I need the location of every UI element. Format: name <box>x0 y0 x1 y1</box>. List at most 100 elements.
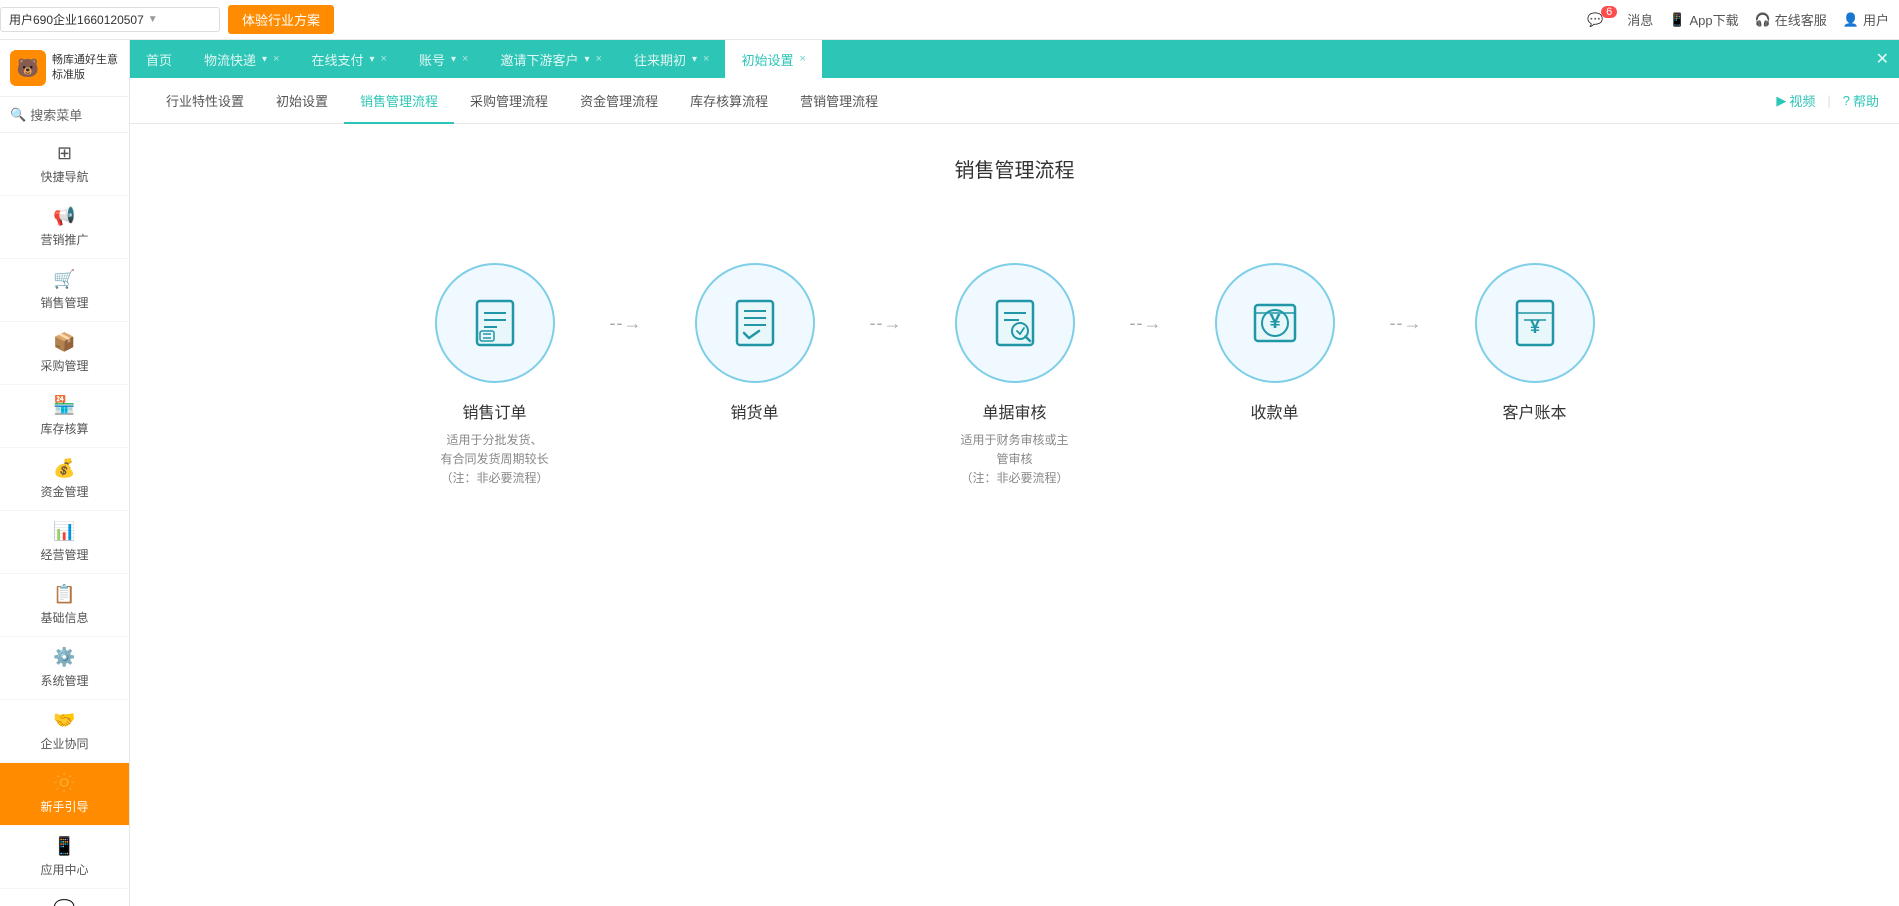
trial-button[interactable]: 体验行业方案 <box>228 5 334 34</box>
flow-circle-doc-review[interactable] <box>955 263 1075 383</box>
arrow-icon: - - → <box>870 313 900 334</box>
chart-icon: 📊 <box>53 521 75 542</box>
nav-tab-period-initial[interactable]: 往来期初 ▾ × <box>618 40 725 78</box>
cart-icon: 🛒 <box>53 269 75 290</box>
nav-tab-payment[interactable]: 在线支付 ▾ × <box>296 40 403 78</box>
sidebar-item-new-guide[interactable]: 🔆 新手引导 <box>0 763 129 826</box>
ledger-icon: ¥ <box>1507 295 1563 351</box>
headset-icon: 🎧 <box>1755 12 1771 28</box>
chevron-down-icon: ▾ <box>692 54 697 65</box>
flow-step-customer-ledger: ¥ 客户账本 <box>1435 263 1635 431</box>
sub-tab-purchase-flow[interactable]: 采购管理流程 <box>454 78 564 124</box>
sidebar-item-sales-mgmt[interactable]: 🛒 销售管理 <box>0 259 129 322</box>
user-selector[interactable]: 用户690企业1660120507 ▼ <box>0 7 220 32</box>
message-badge: 6 <box>1601 6 1617 18</box>
nav-tab-account[interactable]: 账号 ▾ × <box>403 40 484 78</box>
invoice-icon <box>727 295 783 351</box>
sidebar-item-quick-nav[interactable]: ⊞ 快捷导航 <box>0 133 129 196</box>
sidebar-item-ops-mgmt[interactable]: 📊 经营管理 <box>0 511 129 574</box>
nav-tab-home[interactable]: 首页 <box>130 40 188 78</box>
sidebar-item-enterprise-coop[interactable]: 🤝 企业协同 <box>0 700 129 763</box>
message-label: 消息 <box>1627 10 1653 29</box>
sub-tabs-bar: 行业特性设置 初始设置 销售管理流程 采购管理流程 资金管理流程 库存核算流程 <box>130 78 1899 124</box>
logo-icon: 🐻 <box>10 50 46 86</box>
user-selector-text: 用户690企业1660120507 <box>9 11 144 28</box>
flow-circle-sales-invoice[interactable] <box>695 263 815 383</box>
sidebar-item-inventory[interactable]: 🏪 库存核算 <box>0 385 129 448</box>
search-icon: 🔍 <box>10 107 26 123</box>
close-icon[interactable]: × <box>462 53 468 65</box>
chevron-down-icon: ▾ <box>451 54 456 65</box>
chevron-down-icon: ▾ <box>584 54 589 65</box>
flow-circle-receipt[interactable]: ¥ <box>1215 263 1335 383</box>
close-icon[interactable]: × <box>596 53 602 65</box>
app-download-item[interactable]: 📱 App下载 <box>1669 10 1738 29</box>
flow-content: 销售管理流程 <box>130 124 1899 906</box>
svg-text:¥: ¥ <box>1269 311 1281 333</box>
sidebar-item-enterprise-wechat[interactable]: 💬 企业微信 <box>0 889 129 906</box>
star-icon: 🔆 <box>53 773 75 794</box>
sidebar-item-marketing-promo[interactable]: 📢 营销推广 <box>0 196 129 259</box>
sidebar-item-basic-info[interactable]: 📋 基础信息 <box>0 574 129 637</box>
sub-tab-marketing-flow[interactable]: 营销管理流程 <box>784 78 894 124</box>
sub-tab-inventory-flow[interactable]: 库存核算流程 <box>674 78 784 124</box>
nav-tab-logistics[interactable]: 物流快递 ▾ × <box>188 40 295 78</box>
flow-title: 销售管理流程 <box>955 154 1075 183</box>
flow-arrow-4: - - → <box>1375 263 1435 334</box>
online-service-item[interactable]: 🎧 在线客服 <box>1755 10 1827 29</box>
step-name-receipt: 收款单 <box>1250 399 1298 423</box>
step-desc-sales-order: 适用于分批发货、有合同发货周期较长（注：非必要流程） <box>440 431 548 489</box>
message-item[interactable]: 💬 6 消息 <box>1587 10 1653 29</box>
sub-tab-initial-settings[interactable]: 初始设置 <box>260 78 344 124</box>
sub-tabs-right: ▶ 视频 | ? 帮助 <box>1776 91 1879 110</box>
flow-step-receipt: ¥ 收款单 <box>1175 263 1375 431</box>
help-item[interactable]: ? 帮助 <box>1843 91 1879 110</box>
close-all-tabs-icon[interactable]: ✕ <box>1876 49 1889 69</box>
arrow-icon: - - → <box>1390 313 1420 334</box>
flow-step-sales-order: 销售订单 适用于分批发货、有合同发货周期较长（注：非必要流程） <box>395 263 595 489</box>
divider: | <box>1827 93 1830 108</box>
sidebar-item-system-mgmt[interactable]: ⚙️ 系统管理 <box>0 637 129 700</box>
chat-icon: 💬 <box>53 899 75 906</box>
sidebar-search[interactable]: 🔍 搜索菜单 <box>0 97 129 133</box>
close-icon[interactable]: × <box>703 53 709 65</box>
step-name-sales-invoice: 销货单 <box>730 399 778 423</box>
header-left: 用户690企业1660120507 ▼ 体验行业方案 <box>0 5 334 34</box>
arrow-icon: - - → <box>610 313 640 334</box>
close-icon[interactable]: × <box>381 53 387 65</box>
flow-diagram: 销售订单 适用于分批发货、有合同发货周期较长（注：非必要流程） - - → <box>395 263 1635 489</box>
store-icon: 🏪 <box>53 395 75 416</box>
money-icon: 💰 <box>53 458 75 479</box>
flow-circle-sales-order[interactable] <box>435 263 555 383</box>
avatar: 👤 <box>1843 12 1859 28</box>
sidebar-item-purchase-mgmt[interactable]: 📦 采购管理 <box>0 322 129 385</box>
user-name-label: 用户 <box>1863 10 1889 29</box>
user-avatar-item[interactable]: 👤 用户 <box>1843 10 1889 29</box>
sub-tab-sales-flow[interactable]: 销售管理流程 <box>344 78 454 124</box>
nav-tab-initial-setup[interactable]: 初始设置 × <box>725 40 821 78</box>
sub-tab-finance-flow[interactable]: 资金管理流程 <box>564 78 674 124</box>
step-name-sales-order: 销售订单 <box>462 399 526 423</box>
review-icon <box>987 295 1043 351</box>
close-icon[interactable]: × <box>273 53 279 65</box>
megaphone-icon: 📢 <box>53 206 75 227</box>
app-download-label: App下载 <box>1689 10 1738 29</box>
main-content: 行业特性设置 初始设置 销售管理流程 采购管理流程 资金管理流程 库存核算流程 <box>130 78 1899 906</box>
flow-circle-customer-ledger[interactable]: ¥ <box>1475 263 1595 383</box>
sidebar-item-app-center[interactable]: 📱 应用中心 <box>0 826 129 889</box>
order-icon <box>467 295 523 351</box>
flow-step-doc-review: 单据审核 适用于财务审核或主管审核（注：非必要流程） <box>915 263 1115 489</box>
chevron-down-icon: ▾ <box>370 54 375 65</box>
close-icon[interactable]: × <box>799 53 805 65</box>
gear-icon: ⚙️ <box>53 647 75 668</box>
sidebar-item-finance[interactable]: 💰 资金管理 <box>0 448 129 511</box>
video-help-item[interactable]: ▶ 视频 <box>1776 91 1815 110</box>
chevron-down-icon: ▼ <box>148 14 158 25</box>
step-name-doc-review: 单据审核 <box>982 399 1046 423</box>
mobile-icon: 📱 <box>53 836 75 857</box>
step-desc-doc-review: 适用于财务审核或主管审核（注：非必要流程） <box>960 431 1068 489</box>
sidebar-logo: 🐻 畅库通好生意 标准版 <box>0 40 129 97</box>
arrow-icon: - - → <box>1130 313 1160 334</box>
sub-tab-industry-settings[interactable]: 行业特性设置 <box>150 78 260 124</box>
nav-tab-invite-downstream[interactable]: 邀请下游客户 ▾ × <box>484 40 617 78</box>
